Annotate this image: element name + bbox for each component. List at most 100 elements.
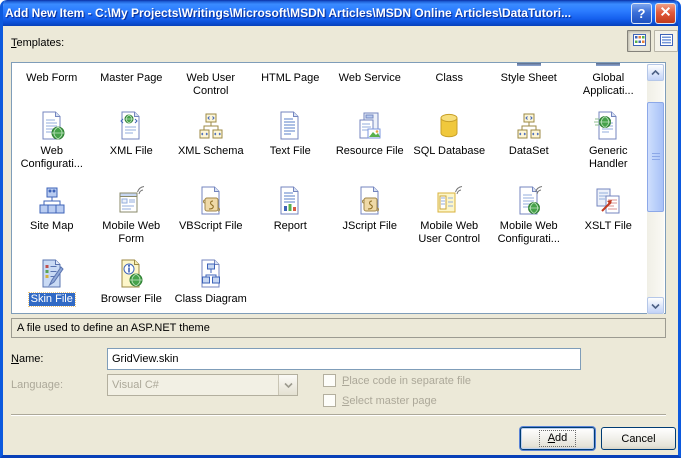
dataset-icon: [513, 110, 545, 142]
template-item-label: XML Schema: [177, 145, 244, 157]
language-value: Visual C#: [112, 379, 159, 391]
add-button[interactable]: Add: [520, 427, 595, 450]
xslt-file-icon: [592, 185, 624, 217]
template-item-label: Mobile Web User Control: [418, 220, 481, 245]
clipped-icon-sliver: [516, 63, 541, 66]
xml-schema-icon: [195, 110, 227, 142]
template-item-label: Resource File: [335, 145, 404, 157]
scroll-down-icon: [651, 300, 660, 312]
template-item-report[interactable]: Report: [251, 182, 331, 255]
template-item-site-map[interactable]: Site Map: [12, 182, 92, 255]
templates-row: Site Map Mobile Web Form VBScript File Repo…: [12, 182, 648, 255]
template-item-label: VBScript File: [178, 220, 243, 232]
language-select: Visual C#: [107, 374, 298, 396]
text-file-icon: [274, 110, 306, 142]
scroll-up-button[interactable]: [647, 64, 664, 81]
template-item-sql-database[interactable]: SQL Database: [410, 107, 490, 182]
template-item-label: Generic Handler: [588, 145, 628, 170]
sql-database-icon: [433, 110, 465, 142]
template-item-label: Web Configurati...: [20, 145, 83, 170]
template-item-mobile-web-form[interactable]: Mobile Web Form: [92, 182, 172, 255]
site-map-icon: [36, 185, 68, 217]
template-item-label: Global Applicati...: [582, 72, 634, 97]
template-item-class-diagram[interactable]: Class Diagram: [171, 255, 251, 313]
template-item-master-page[interactable]: Master Page: [92, 63, 172, 107]
help-button[interactable]: ?: [631, 2, 652, 24]
place-code-checkbox-row: Place code in separate file: [323, 374, 471, 387]
help-icon: ?: [637, 5, 646, 21]
close-button[interactable]: [655, 2, 676, 24]
template-item-mobile-web-user-control[interactable]: Mobile Web User Control: [410, 182, 490, 255]
dialog-title: Add New Item - C:\My Projects\Writings\M…: [5, 6, 572, 20]
template-item-global-applicati[interactable]: Global Applicati...: [569, 63, 649, 107]
template-item-label: Skin File: [27, 292, 76, 307]
language-label: Language:: [11, 379, 63, 391]
template-item-label: DataSet: [508, 145, 549, 157]
template-item-html-page[interactable]: HTML Page: [251, 63, 331, 107]
template-item-style-sheet[interactable]: Style Sheet: [489, 63, 569, 107]
template-description-bar: A file used to define an ASP.NET theme: [11, 318, 666, 338]
place-code-checkbox: [323, 374, 336, 387]
template-item-text-file[interactable]: Text File: [251, 107, 331, 182]
template-item-vbscript-file[interactable]: VBScript File: [171, 182, 251, 255]
scrollbar-grip: [652, 153, 660, 161]
resource-file-icon: [354, 110, 386, 142]
add-new-item-dialog: Add New Item - C:\My Projects\Writings\M…: [0, 0, 681, 458]
template-item-web-configurati[interactable]: Web Configurati...: [12, 107, 92, 182]
template-item-label: Site Map: [30, 220, 74, 232]
cancel-button[interactable]: Cancel: [601, 427, 676, 450]
clipped-icon-sliver: [596, 63, 621, 66]
large-icons-view-button[interactable]: [627, 30, 651, 52]
template-item-label: XSLT File: [584, 220, 632, 232]
templates-grid: Web Form Master Page Web User Control HTML …: [12, 63, 648, 313]
template-item-label: Web Service: [338, 72, 401, 84]
template-item-xml-file[interactable]: XML File: [92, 107, 172, 182]
template-item-dataset[interactable]: DataSet: [489, 107, 569, 182]
select-master-checkbox-row: Select master page: [323, 394, 437, 407]
templates-list[interactable]: Web Form Master Page Web User Control HTML …: [11, 62, 666, 314]
template-item-resource-file[interactable]: Resource File: [330, 107, 410, 182]
template-item-browser-file[interactable]: Browser File: [92, 255, 172, 313]
template-item-label: Mobile Web Form: [102, 220, 161, 245]
template-item-class[interactable]: Class: [410, 63, 490, 107]
scroll-down-button[interactable]: [647, 297, 664, 314]
title-bar[interactable]: Add New Item - C:\My Projects\Writings\M…: [3, 0, 678, 26]
template-item-label: Class: [435, 72, 463, 84]
vertical-scrollbar[interactable]: [647, 64, 664, 314]
place-code-label: Place code in separate file: [342, 374, 472, 387]
template-item-xslt-file[interactable]: XSLT File: [569, 182, 649, 255]
cancel-button-label: Cancel: [621, 432, 656, 445]
templates-label: Templates:: [11, 37, 65, 49]
template-item-web-form[interactable]: Web Form: [12, 63, 92, 107]
template-item-generic-handler[interactable]: Generic Handler: [569, 107, 649, 182]
template-item-label: Web User Control: [186, 72, 236, 97]
skin-file-icon: [36, 258, 68, 290]
jscript-file-icon: [354, 185, 386, 217]
mobile-web-form-icon: [115, 185, 147, 217]
combo-dropdown-icon: [278, 375, 297, 395]
template-item-jscript-file[interactable]: JScript File: [330, 182, 410, 255]
mobile-web-user-control-icon: [433, 185, 465, 217]
select-master-label: Select master page: [342, 394, 437, 407]
template-item-label: Class Diagram: [174, 293, 247, 305]
template-item-label: Style Sheet: [500, 72, 557, 84]
template-item-skin-file[interactable]: Skin File: [12, 255, 92, 313]
name-input[interactable]: [107, 348, 581, 370]
template-item-label: HTML Page: [261, 72, 320, 84]
template-item-web-user-control[interactable]: Web User Control: [171, 63, 251, 107]
template-item-xml-schema[interactable]: XML Schema: [171, 107, 251, 182]
mobile-web-config-icon: [513, 185, 545, 217]
browser-file-icon: [115, 258, 147, 290]
template-item-label: Master Page: [100, 72, 163, 84]
template-item-mobile-web-configurati[interactable]: Mobile Web Configurati...: [489, 182, 569, 255]
list-view-button[interactable]: [654, 30, 678, 52]
template-item-label: SQL Database: [413, 145, 486, 157]
add-button-label: Add: [538, 430, 577, 447]
scrollbar-thumb[interactable]: [647, 102, 664, 212]
template-item-web-service[interactable]: Web Service: [330, 63, 410, 107]
web-config-icon: [36, 110, 68, 142]
close-icon: [660, 6, 671, 20]
templates-row: Web Configurati... XML File XML Schema Text…: [12, 107, 648, 182]
large-icons-icon: [632, 33, 646, 49]
name-label: Name:: [11, 353, 44, 365]
